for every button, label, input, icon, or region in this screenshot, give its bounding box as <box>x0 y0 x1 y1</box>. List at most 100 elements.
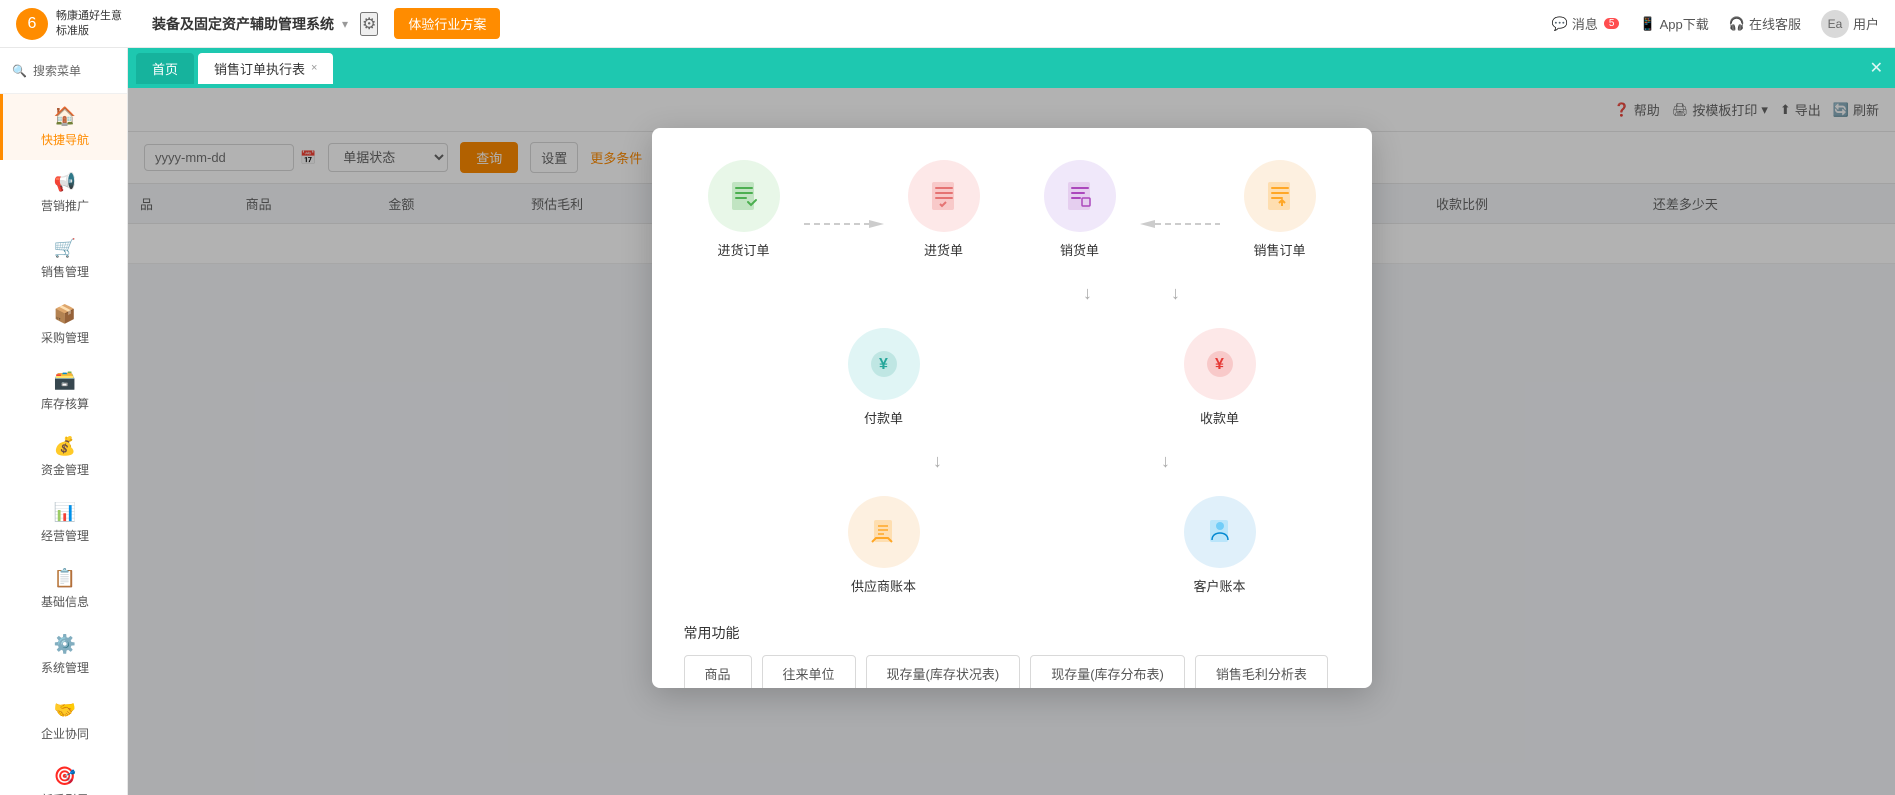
customer-icon <box>1202 514 1238 550</box>
flow-node-supplier[interactable]: 供应商账本 <box>824 496 944 595</box>
message-icon: 💬 <box>1552 16 1568 32</box>
sidebar-item-system[interactable]: ⚙️ 系统管理 <box>0 622 127 688</box>
clipboard-icon: 📋 <box>54 568 76 589</box>
home-icon: 🏠 <box>54 106 76 127</box>
logo-area: 6 畅康通好生意 标准版 <box>16 8 144 40</box>
sales-order-label: 销售订单 <box>1253 240 1305 259</box>
flow-row-2: ¥ 付款单 <box>684 328 1340 427</box>
headset-icon: 🎧 <box>1729 16 1745 32</box>
purchase-order-circle <box>708 160 780 232</box>
purchase-bill-label: 进货单 <box>924 240 963 259</box>
message-badge: 5 <box>1604 18 1620 29</box>
tab-sales-order[interactable]: 销售订单执行表 × <box>198 53 333 84</box>
common-functions: 常用功能 商品 往来单位 现存量(库存状况表) 现存量(库存分布表) 销售毛利分… <box>684 623 1340 688</box>
receipt-icon: ¥ <box>1202 346 1238 382</box>
flow-diagram: 进货订单 <box>684 160 1340 595</box>
purchase-order-icon <box>726 178 762 214</box>
chart-icon: 📊 <box>54 502 76 523</box>
func-row-1: 商品 往来单位 现存量(库存状况表) 现存量(库存分布表) 销售毛利分析表 商品… <box>684 655 1340 688</box>
receipt-circle: ¥ <box>1184 328 1256 400</box>
common-functions-title: 常用功能 <box>684 623 1340 643</box>
arrow-h1 <box>804 188 884 232</box>
tab-home[interactable]: 首页 <box>136 53 194 84</box>
payment-icon: ¥ <box>866 346 902 382</box>
trial-button[interactable]: 体验行业方案 <box>394 8 500 39</box>
tab-close-icon[interactable]: × <box>311 62 317 74</box>
system-title-dropdown[interactable]: 装备及固定资产辅助管理系统 ▾ <box>144 14 348 34</box>
down-arrow-sales-order: ↓ <box>1171 283 1180 304</box>
handshake-icon: 🤝 <box>54 700 76 721</box>
flow-node-payment[interactable]: ¥ 付款单 <box>824 328 944 427</box>
func-btn-partner[interactable]: 往来单位 <box>762 655 856 688</box>
search-icon: 🔍 <box>12 64 27 78</box>
sales-bill-icon <box>1062 178 1098 214</box>
settings-icon-btn[interactable]: ⚙ <box>360 12 378 36</box>
customer-circle <box>1184 496 1256 568</box>
func-btn-inventory-status[interactable]: 现存量(库存状况表) <box>866 655 1021 688</box>
sidebar-item-finance[interactable]: 💰 资金管理 <box>0 424 127 490</box>
sidebar-item-marketing[interactable]: 📢 营销推广 <box>0 160 127 226</box>
sidebar: 🔍 搜索菜单 🏠 快捷导航 📢 营销推广 🛒 销售管理 📦 采购管理 <box>0 48 128 795</box>
sidebar-search: 🔍 搜索菜单 <box>0 48 127 94</box>
avatar: Ea <box>1821 10 1849 38</box>
flow-node-customer[interactable]: 客户账本 <box>1160 496 1280 595</box>
download-icon: 📱 <box>1639 16 1655 32</box>
down-arrow-sales-bill: ↓ <box>1083 283 1092 304</box>
purchase-order-label: 进货订单 <box>717 240 769 259</box>
sidebar-item-newbie[interactable]: 🎯 新手引导 <box>0 754 127 795</box>
svg-text:¥: ¥ <box>879 356 888 373</box>
modal-dialog: 进货订单 <box>652 128 1372 688</box>
cart-icon: 🛒 <box>54 238 76 259</box>
arrow-left-dashed-icon <box>1140 216 1220 232</box>
main-area: 🔍 搜索菜单 🏠 快捷导航 📢 营销推广 🛒 销售管理 📦 采购管理 <box>0 48 1895 795</box>
flow-node-sales-order[interactable]: 销售订单 <box>1220 160 1340 259</box>
func-btn-sales-profit[interactable]: 销售毛利分析表 <box>1195 655 1328 688</box>
flow-node-purchase-order[interactable]: 进货订单 <box>684 160 804 259</box>
receipt-label: 收款单 <box>1200 408 1239 427</box>
purchase-bill-circle <box>908 160 980 232</box>
down-arrow-receipt: ↓ <box>1161 451 1170 472</box>
sidebar-search-btn[interactable]: 🔍 搜索菜单 <box>8 58 119 83</box>
sales-bill-circle <box>1044 160 1116 232</box>
sales-bill-label: 销货单 <box>1060 240 1099 259</box>
gear-icon: ⚙️ <box>54 634 76 655</box>
sidebar-item-operation[interactable]: 📊 经营管理 <box>0 490 127 556</box>
message-btn[interactable]: 💬 消息 5 <box>1552 14 1620 33</box>
sidebar-item-basic[interactable]: 📋 基础信息 <box>0 556 127 622</box>
sidebar-item-sales[interactable]: 🛒 销售管理 <box>0 226 127 292</box>
user-area[interactable]: Ea 用户 <box>1821 10 1879 38</box>
func-btn-product[interactable]: 商品 <box>684 655 752 688</box>
down-arrow-payment: ↓ <box>933 451 942 472</box>
supplier-circle <box>848 496 920 568</box>
payment-label: 付款单 <box>864 408 903 427</box>
logo-text: 畅康通好生意 标准版 <box>56 9 122 38</box>
tab-bar-close-btn[interactable]: ✕ <box>1866 54 1887 82</box>
online-service-btn[interactable]: 🎧 在线客服 <box>1729 14 1801 33</box>
logo-icon: 6 <box>16 8 48 40</box>
flow-row-3: 供应商账本 <box>684 496 1340 595</box>
payment-circle: ¥ <box>848 328 920 400</box>
func-btn-inventory-dist[interactable]: 现存量(库存分布表) <box>1030 655 1185 688</box>
flow-node-sales-bill[interactable]: 销货单 <box>1020 160 1140 259</box>
top-bar: 6 畅康通好生意 标准版 装备及固定资产辅助管理系统 ▾ ⚙ 体验行业方案 💬 … <box>0 0 1895 48</box>
app-container: 6 畅康通好生意 标准版 装备及固定资产辅助管理系统 ▾ ⚙ 体验行业方案 💬 … <box>0 0 1895 795</box>
system-title: 装备及固定资产辅助管理系统 <box>152 14 334 34</box>
sales-order-icon <box>1262 178 1298 214</box>
flow-row-1: 进货订单 <box>684 160 1340 259</box>
sidebar-item-inventory[interactable]: 🗃️ 库存核算 <box>0 358 127 424</box>
flow-node-purchase-bill[interactable]: 进货单 <box>884 160 1004 259</box>
content-area: 首页 销售订单执行表 × ✕ ❓ 帮助 🖨 <box>128 48 1895 795</box>
page-content: ❓ 帮助 🖨 按模板打印 ▾ ⬆ 导出 🔄 刷新 <box>128 88 1895 795</box>
app-download-btn[interactable]: 📱 App下载 <box>1639 14 1708 33</box>
customer-label: 客户账本 <box>1193 576 1245 595</box>
tab-bar: 首页 销售订单执行表 × ✕ <box>128 48 1895 88</box>
modal-overlay[interactable]: 进货订单 <box>128 88 1895 795</box>
megaphone-icon: 📢 <box>54 172 76 193</box>
flow-node-receipt[interactable]: ¥ 收款单 <box>1160 328 1280 427</box>
sales-order-circle <box>1244 160 1316 232</box>
cabinet-icon: 🗃️ <box>54 370 76 391</box>
sidebar-item-quick-nav[interactable]: 🏠 快捷导航 <box>0 94 127 160</box>
sidebar-item-purchase[interactable]: 📦 采购管理 <box>0 292 127 358</box>
down-arrows-row: ↓ ↓ <box>684 283 1340 304</box>
sidebar-item-enterprise[interactable]: 🤝 企业协同 <box>0 688 127 754</box>
